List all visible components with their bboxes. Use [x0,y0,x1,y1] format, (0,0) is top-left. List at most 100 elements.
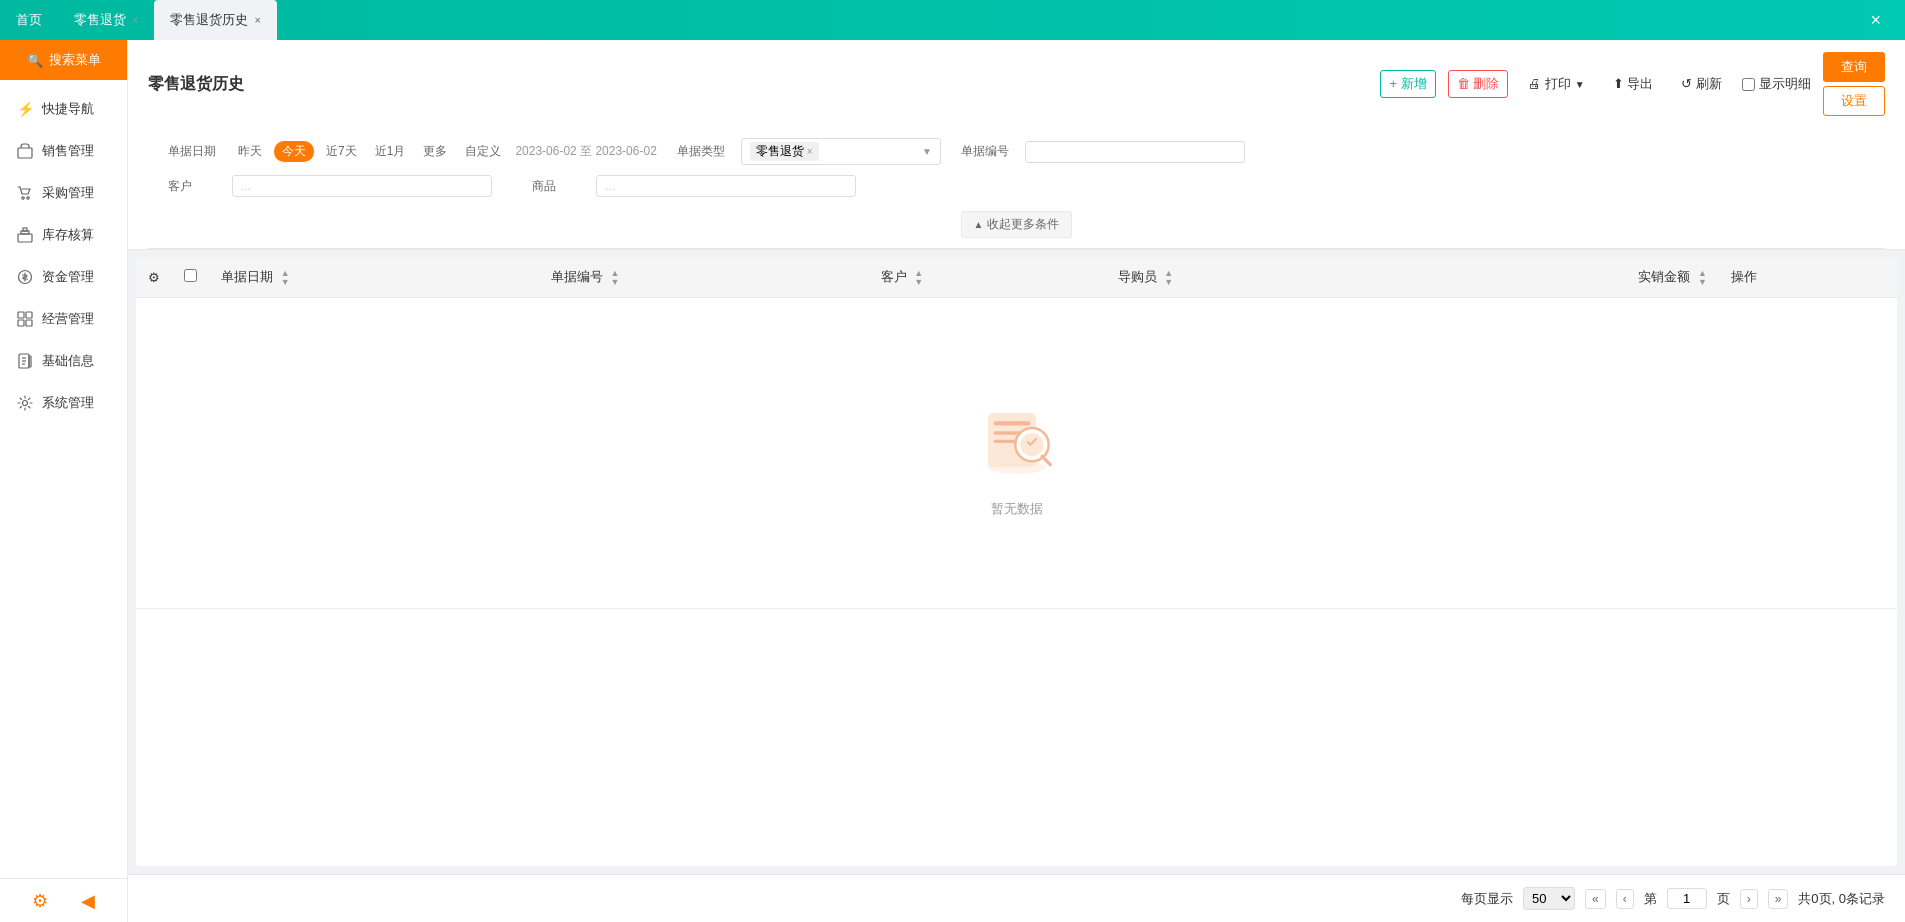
svg-point-2 [27,197,29,199]
svg-rect-8 [26,312,32,318]
svg-rect-19 [993,421,1030,425]
sidebar-item-system-label: 系统管理 [42,394,94,412]
date-filter-label: 单据日期 [168,143,224,160]
print-button[interactable]: 🖨 打印 ▼ [1520,71,1593,97]
tab-retail-return-history[interactable]: 零售退货历史 × [154,0,276,40]
sidebar-item-sales-label: 销售管理 [42,142,94,160]
first-page-icon: « [1592,892,1599,906]
sidebar-item-sales[interactable]: 销售管理 [0,130,127,172]
collapse-button[interactable]: ▲ 收起更多条件 [961,211,1073,238]
table-body: 暂无数据 [136,297,1897,608]
empty-icon [967,388,1067,488]
th-amount[interactable]: 实销金额 ▲▼ [1389,258,1719,297]
th-customer[interactable]: 客户 ▲▼ [869,258,1106,297]
th-guide[interactable]: 导购员 ▲▼ [1106,258,1389,297]
th-settings[interactable]: ⚙ [136,258,172,297]
new-button[interactable]: + 新增 [1380,70,1435,98]
empty-text: 暂无数据 [991,500,1043,518]
show-detail-container: 显示明细 [1742,75,1811,93]
sidebar-nav: ⚡ 快捷导航 销售管理 [0,80,127,878]
th-date[interactable]: 单据日期 ▲▼ [209,258,539,297]
tab-bar: 首页 零售退货 × 零售退货历史 × [0,0,1862,40]
customer-filter-input[interactable]: ... [232,175,492,197]
date-7days-btn[interactable]: 近7天 [320,141,363,162]
customer-sort-icon: ▲▼ [914,269,923,287]
content-header: 零售退货历史 + 新增 🗑 删除 🖨 打印 ▼ ⬆ 导出 [128,40,1905,250]
number-filter-group: 单据编号 [961,141,1245,163]
date-custom-btn[interactable]: 自定义 [459,141,507,162]
svg-rect-7 [18,312,24,318]
select-all-checkbox[interactable] [184,269,197,282]
type-filter-select[interactable]: 零售退货 × ▼ [741,138,941,165]
date-today-btn[interactable]: 今天 [274,141,314,162]
sidebar-item-system[interactable]: 系统管理 [0,382,127,424]
page-input[interactable] [1667,888,1707,909]
th-action: 操作 [1719,258,1897,297]
date-more-btn[interactable]: 更多 [417,141,453,162]
customer-placeholder: ... [241,179,251,193]
svg-line-24 [1042,456,1050,464]
th-number[interactable]: 单据编号 ▲▼ [539,258,869,297]
show-detail-checkbox[interactable] [1742,78,1755,91]
tab-retail-return-history-close[interactable]: × [254,14,260,26]
export-button[interactable]: ⬆ 导出 [1605,71,1662,97]
goods-filter-label: 商品 [532,178,588,195]
tab-retail-return-history-label: 零售退货历史 [170,11,248,29]
refresh-button[interactable]: ↺ 刷新 [1673,71,1730,97]
type-tag-close[interactable]: × [807,146,813,157]
svg-point-16 [23,401,28,406]
sidebar-item-operations-label: 经营管理 [42,310,94,328]
goods-filter-input[interactable]: ... [596,175,856,197]
title-row: 零售退货历史 + 新增 🗑 删除 🖨 打印 ▼ ⬆ 导出 [148,52,1885,116]
th-action-label: 操作 [1731,269,1757,284]
th-customer-label: 客户 [881,269,907,284]
number-filter-input[interactable] [1025,141,1245,163]
type-tag: 零售退货 × [750,142,819,161]
finance-icon [16,268,34,286]
sidebar-item-inventory[interactable]: 库存核算 [0,214,127,256]
table-settings-icon[interactable]: ⚙ [148,270,160,285]
date-yesterday-btn[interactable]: 昨天 [232,141,268,162]
first-page-button[interactable]: « [1585,889,1606,909]
collapse-sidebar-icon[interactable]: ◀ [81,890,95,912]
sidebar-item-operations[interactable]: 经营管理 [0,298,127,340]
sidebar-item-quick-nav[interactable]: ⚡ 快捷导航 [0,88,127,130]
inventory-icon [16,226,34,244]
settings-icon[interactable]: ⚙ [32,890,48,912]
window-close-button[interactable]: × [1862,10,1889,31]
next-page-button[interactable]: › [1740,889,1758,909]
prev-page-button[interactable]: ‹ [1616,889,1634,909]
date-sort-icon: ▲▼ [281,269,290,287]
sidebar-item-basic-info[interactable]: 基础信息 [0,340,127,382]
query-button[interactable]: 查询 [1823,52,1885,82]
sidebar-item-finance[interactable]: 资金管理 [0,256,127,298]
delete-button[interactable]: 🗑 删除 [1448,70,1509,98]
svg-rect-21 [993,439,1016,442]
empty-state-cell: 暂无数据 [136,297,1897,608]
tab-home-label: 首页 [16,11,42,29]
th-number-label: 单据编号 [551,269,603,284]
new-button-label: + 新增 [1389,75,1426,93]
type-filter-label: 单据类型 [677,143,733,160]
svg-point-23 [1020,433,1043,456]
table-header: ⚙ 单据日期 ▲▼ 单据编号 [136,258,1897,297]
collapse-row: ▲ 收起更多条件 [168,207,1865,238]
data-table: ⚙ 单据日期 ▲▼ 单据编号 [136,258,1897,609]
sidebar-search[interactable]: 🔍 搜索菜单 [0,40,127,80]
sidebar-item-purchase[interactable]: 采购管理 [0,172,127,214]
th-checkbox[interactable] [172,258,209,297]
customer-filter-group: 客户 ... [168,175,492,197]
number-filter-label: 单据编号 [961,143,1017,160]
tab-retail-return[interactable]: 零售退货 × [58,0,154,40]
per-page-select[interactable]: 20 50 100 [1523,887,1575,910]
last-page-button[interactable]: » [1768,889,1789,909]
purchase-icon [16,184,34,202]
svg-rect-0 [18,148,32,158]
setting-button[interactable]: 设置 [1823,86,1885,116]
svg-rect-10 [26,320,32,326]
date-1month-btn[interactable]: 近1月 [369,141,412,162]
search-icon: 🔍 [27,53,43,68]
tab-home[interactable]: 首页 [0,0,58,40]
customer-filter-label: 客户 [168,178,224,195]
tab-retail-return-close[interactable]: × [132,14,138,26]
